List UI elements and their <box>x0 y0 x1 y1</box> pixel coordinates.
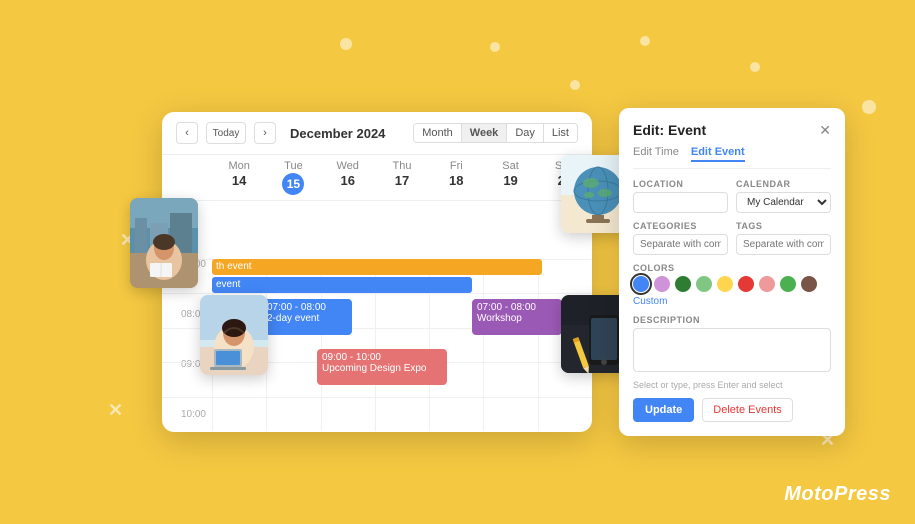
day-num-fri: 18 <box>429 173 483 188</box>
view-week[interactable]: Week <box>462 124 508 142</box>
day-name-fri: Fri <box>450 160 463 172</box>
day-name-mon: Mon <box>228 160 249 172</box>
day-num-tue: 15 <box>282 173 304 195</box>
event-expo-title: Upcoming Design Expo <box>322 363 442 374</box>
location-group: LOCATION <box>633 179 728 213</box>
day-header-sat: Sat 19 <box>483 155 537 200</box>
photo-woman-reading-svg <box>130 198 198 288</box>
x-decor-2: ✕ <box>108 400 123 421</box>
day-header-thu: Thu 17 <box>375 155 429 200</box>
delete-button[interactable]: Delete Events <box>702 398 792 422</box>
edit-tabs: Edit Time Edit Event <box>633 146 831 169</box>
color-green-light[interactable] <box>696 276 712 292</box>
categories-group: CATEGORIES <box>633 221 728 255</box>
color-yellow[interactable] <box>717 276 733 292</box>
motopress-logo: MotoPress <box>784 483 891 506</box>
day-num-sat: 19 <box>483 173 537 188</box>
photo-woman-laptop <box>200 295 268 375</box>
custom-color-link[interactable]: Custom <box>633 296 831 307</box>
tags-label: TAGS <box>736 221 831 231</box>
day-name-tue: Tue <box>284 160 303 172</box>
event-th-event[interactable]: th event <box>212 259 542 275</box>
event-expo-time: 09:00 - 10:00 <box>322 352 442 363</box>
dot-decor-3 <box>570 80 580 90</box>
color-brown[interactable] <box>801 276 817 292</box>
categories-tags-row: CATEGORIES TAGS <box>633 221 831 255</box>
dot-decor-4 <box>750 62 760 72</box>
day-header-wed: Wed 16 <box>321 155 375 200</box>
grid-row-5 <box>162 397 592 431</box>
description-textarea[interactable] <box>633 328 831 372</box>
day-name-thu: Thu <box>393 160 412 172</box>
photo-woman-reading <box>130 198 198 288</box>
location-calendar-row: LOCATION CALENDAR My Calendar <box>633 179 831 213</box>
edit-panel-title: Edit: Event <box>633 122 706 138</box>
tab-edit-time[interactable]: Edit Time <box>633 146 679 162</box>
dot-decor-6 <box>640 36 650 46</box>
color-red[interactable] <box>738 276 754 292</box>
day-num-wed: 16 <box>321 173 375 188</box>
days-header: Mon 14 Tue 15 Wed 16 Thu 17 Fri 18 Sat 1… <box>162 155 592 201</box>
day-header-tue: Tue 15 <box>266 155 320 200</box>
event-workshop-time: 07:00 - 08:00 <box>477 302 557 313</box>
day-header-fri: Fri 18 <box>429 155 483 200</box>
color-red-light[interactable] <box>759 276 775 292</box>
day-name-sat: Sat <box>502 160 519 172</box>
view-buttons: Month Week Day List <box>413 123 578 143</box>
edit-panel: Edit: Event ✕ Edit Time Edit Event LOCAT… <box>619 108 845 436</box>
close-button[interactable]: ✕ <box>819 123 831 137</box>
update-button[interactable]: Update <box>633 398 694 422</box>
calendar-header: ‹ Today › December 2024 Month Week Day L… <box>162 112 592 155</box>
day-num-mon: 14 <box>212 173 266 188</box>
edit-panel-header: Edit: Event ✕ <box>633 122 831 138</box>
description-section: DESCRIPTION Select or type, press Enter … <box>633 315 831 390</box>
prev-button[interactable]: ‹ <box>176 122 198 144</box>
colors-section: COLORS Custom <box>633 263 831 307</box>
day-num-thu: 17 <box>375 173 429 188</box>
description-label: DESCRIPTION <box>633 315 831 325</box>
event-design-expo[interactable]: 09:00 - 10:00 Upcoming Design Expo <box>317 349 447 385</box>
view-month[interactable]: Month <box>414 124 462 142</box>
tab-edit-event[interactable]: Edit Event <box>691 146 745 162</box>
calendar-label: CALENDAR <box>736 179 831 189</box>
event-2day-time: 07:00 - 08:00 <box>267 302 347 313</box>
tags-group: TAGS <box>736 221 831 255</box>
location-input[interactable] <box>633 192 728 213</box>
select-hint: Select or type, press Enter and select <box>633 380 831 390</box>
colors-label: COLORS <box>633 263 831 273</box>
event-workshop-title: Workshop <box>477 313 557 324</box>
color-green-dark[interactable] <box>675 276 691 292</box>
event-event[interactable]: event <box>212 277 472 293</box>
view-list[interactable]: List <box>544 124 577 142</box>
categories-input[interactable] <box>633 234 728 255</box>
color-purple-light[interactable] <box>654 276 670 292</box>
event-2day-title: 2-day event <box>267 313 347 324</box>
event-2day[interactable]: 07:00 - 08:00 2-day event <box>262 299 352 335</box>
dot-decor-5 <box>862 100 876 114</box>
day-name-wed: Wed <box>336 160 358 172</box>
categories-label: CATEGORIES <box>633 221 728 231</box>
calendar-group: CALENDAR My Calendar <box>736 179 831 213</box>
dot-decor-1 <box>340 38 352 50</box>
day-header-mon: Mon 14 <box>212 155 266 200</box>
today-button[interactable]: Today <box>206 122 246 144</box>
colors-row <box>633 276 831 292</box>
calendar-select[interactable]: My Calendar <box>736 192 831 213</box>
dot-decor-2 <box>490 42 500 52</box>
tags-input[interactable] <box>736 234 831 255</box>
calendar-title: December 2024 <box>290 126 385 141</box>
location-label: LOCATION <box>633 179 728 189</box>
view-day[interactable]: Day <box>507 124 544 142</box>
time-1000: 10:00 <box>162 409 212 431</box>
action-buttons: Update Delete Events <box>633 398 831 422</box>
grid-col-6 <box>483 259 537 431</box>
color-blue[interactable] <box>633 276 649 292</box>
calendar-card: ‹ Today › December 2024 Month Week Day L… <box>162 112 592 432</box>
photo-woman-laptop-svg <box>200 295 268 375</box>
event-workshop[interactable]: 07:00 - 08:00 Workshop <box>472 299 562 335</box>
next-button[interactable]: › <box>254 122 276 144</box>
color-green[interactable] <box>780 276 796 292</box>
